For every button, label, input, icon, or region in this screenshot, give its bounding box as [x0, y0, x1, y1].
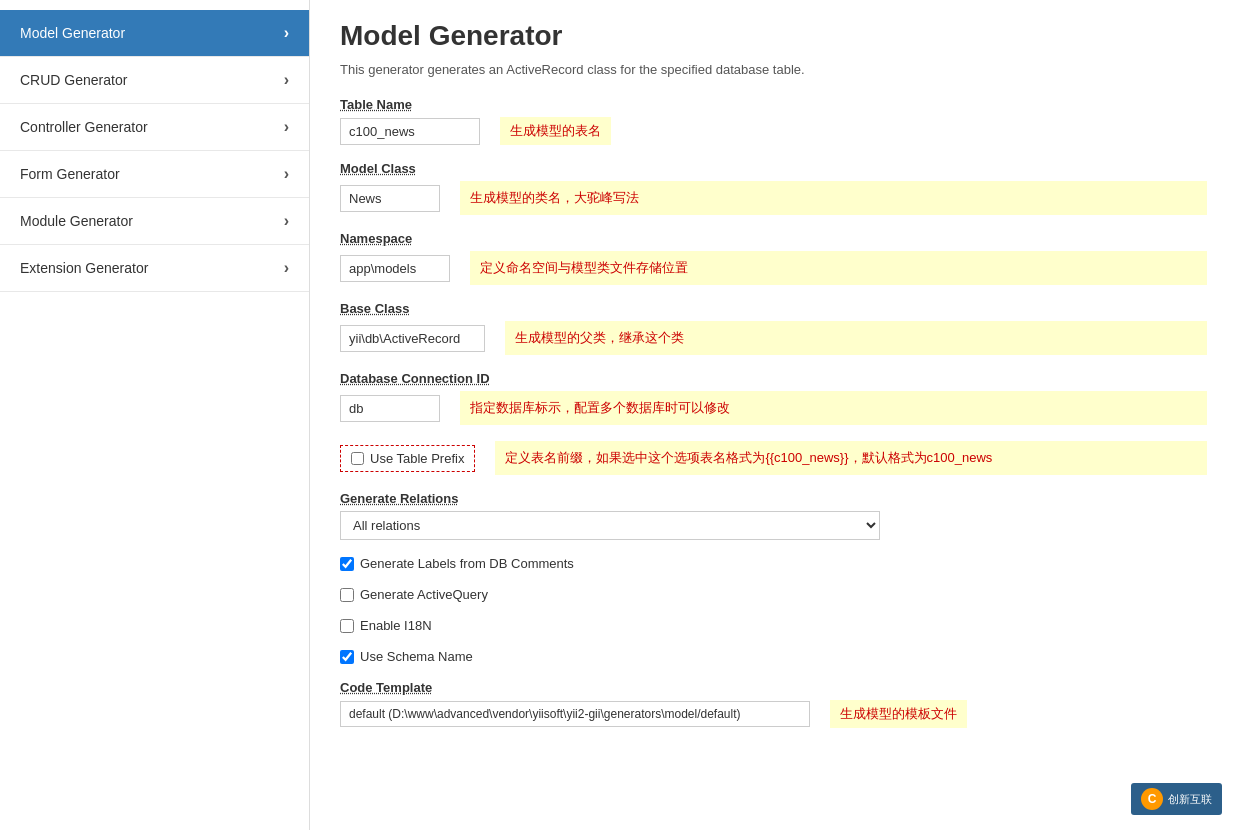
use-table-prefix-container[interactable]: Use Table Prefix	[340, 445, 475, 472]
watermark-icon: C	[1141, 788, 1163, 810]
chevron-right-icon: ›	[284, 118, 289, 136]
code-template-label: Code Template	[340, 680, 1207, 695]
generate-relations-select[interactable]: All relations No relations Only has-one	[340, 511, 880, 540]
base-class-group: Base Class 生成模型的父类，继承这个类	[340, 301, 1207, 355]
db-conn-input[interactable]	[340, 395, 440, 422]
namespace-row: 定义命名空间与模型类文件存储位置	[340, 251, 1207, 285]
chevron-right-icon: ›	[284, 165, 289, 183]
use-table-prefix-label: Use Table Prefix	[370, 451, 464, 466]
use-schema-name-checkbox[interactable]	[340, 650, 354, 664]
sidebar-item-label: Form Generator	[20, 166, 120, 182]
db-conn-label: Database Connection ID	[340, 371, 1207, 386]
table-name-hint: 生成模型的表名	[500, 117, 611, 145]
sidebar-item-label: Module Generator	[20, 213, 133, 229]
sidebar-item-controller-generator[interactable]: Controller Generator ›	[0, 104, 309, 151]
base-class-row: 生成模型的父类，继承这个类	[340, 321, 1207, 355]
page-title: Model Generator	[340, 20, 1207, 52]
namespace-label: Namespace	[340, 231, 1207, 246]
base-class-hint: 生成模型的父类，继承这个类	[505, 321, 1207, 355]
enable-i18n-row: Enable I18N	[340, 618, 1207, 633]
sidebar-item-label: Model Generator	[20, 25, 125, 41]
use-table-prefix-row: Use Table Prefix 定义表名前缀，如果选中这个选项表名格式为{{c…	[340, 441, 1207, 475]
chevron-right-icon: ›	[284, 212, 289, 230]
generate-labels-row: Generate Labels from DB Comments	[340, 556, 1207, 571]
chevron-right-icon: ›	[284, 71, 289, 89]
generate-activequery-checkbox[interactable]	[340, 588, 354, 602]
table-name-label: Table Name	[340, 97, 1207, 112]
sidebar-item-module-generator[interactable]: Module Generator ›	[0, 198, 309, 245]
main-content: Model Generator This generator generates…	[310, 0, 1237, 830]
use-table-prefix-group: Use Table Prefix 定义表名前缀，如果选中这个选项表名格式为{{c…	[340, 441, 1207, 475]
base-class-input[interactable]	[340, 325, 485, 352]
enable-i18n-checkbox[interactable]	[340, 619, 354, 633]
chevron-right-icon: ›	[284, 259, 289, 277]
generate-relations-group: Generate Relations All relations No rela…	[340, 491, 1207, 540]
model-class-hint: 生成模型的类名，大驼峰写法	[460, 181, 1207, 215]
use-schema-name-label[interactable]: Use Schema Name	[340, 649, 473, 664]
sidebar-item-label: Controller Generator	[20, 119, 148, 135]
sidebar-item-model-generator[interactable]: Model Generator ›	[0, 10, 309, 57]
table-name-row: 生成模型的表名	[340, 117, 1207, 145]
page-description: This generator generates an ActiveRecord…	[340, 62, 1207, 77]
watermark: C 创新互联	[1131, 783, 1222, 815]
sidebar-item-label: CRUD Generator	[20, 72, 127, 88]
use-table-prefix-hint: 定义表名前缀，如果选中这个选项表名格式为{{c100_news}}，默认格式为c…	[495, 441, 1207, 475]
db-conn-hint: 指定数据库标示，配置多个数据库时可以修改	[460, 391, 1207, 425]
generate-relations-label: Generate Relations	[340, 491, 1207, 506]
generate-activequery-label[interactable]: Generate ActiveQuery	[340, 587, 488, 602]
namespace-group: Namespace 定义命名空间与模型类文件存储位置	[340, 231, 1207, 285]
table-name-input[interactable]	[340, 118, 480, 145]
model-class-input[interactable]	[340, 185, 440, 212]
model-class-group: Model Class 生成模型的类名，大驼峰写法	[340, 161, 1207, 215]
sidebar-item-crud-generator[interactable]: CRUD Generator ›	[0, 57, 309, 104]
db-conn-group: Database Connection ID 指定数据库标示，配置多个数据库时可…	[340, 371, 1207, 425]
db-conn-row: 指定数据库标示，配置多个数据库时可以修改	[340, 391, 1207, 425]
base-class-label: Base Class	[340, 301, 1207, 316]
model-class-label: Model Class	[340, 161, 1207, 176]
enable-i18n-label[interactable]: Enable I18N	[340, 618, 432, 633]
code-template-group: Code Template 生成模型的模板文件	[340, 680, 1207, 728]
chevron-right-icon: ›	[284, 24, 289, 42]
namespace-input[interactable]	[340, 255, 450, 282]
code-template-input[interactable]	[340, 701, 810, 727]
sidebar-item-label: Extension Generator	[20, 260, 148, 276]
code-template-row: 生成模型的模板文件	[340, 700, 1207, 728]
code-template-hint: 生成模型的模板文件	[830, 700, 967, 728]
sidebar: Model Generator›CRUD Generator›Controlle…	[0, 0, 310, 830]
use-schema-name-row: Use Schema Name	[340, 649, 1207, 664]
generate-labels-checkbox[interactable]	[340, 557, 354, 571]
model-class-row: 生成模型的类名，大驼峰写法	[340, 181, 1207, 215]
sidebar-item-form-generator[interactable]: Form Generator ›	[0, 151, 309, 198]
generate-activequery-row: Generate ActiveQuery	[340, 587, 1207, 602]
watermark-text: 创新互联	[1168, 792, 1212, 807]
namespace-hint: 定义命名空间与模型类文件存储位置	[470, 251, 1207, 285]
use-table-prefix-checkbox[interactable]	[351, 452, 364, 465]
sidebar-item-extension-generator[interactable]: Extension Generator ›	[0, 245, 309, 292]
table-name-group: Table Name 生成模型的表名	[340, 97, 1207, 145]
generate-labels-label[interactable]: Generate Labels from DB Comments	[340, 556, 574, 571]
